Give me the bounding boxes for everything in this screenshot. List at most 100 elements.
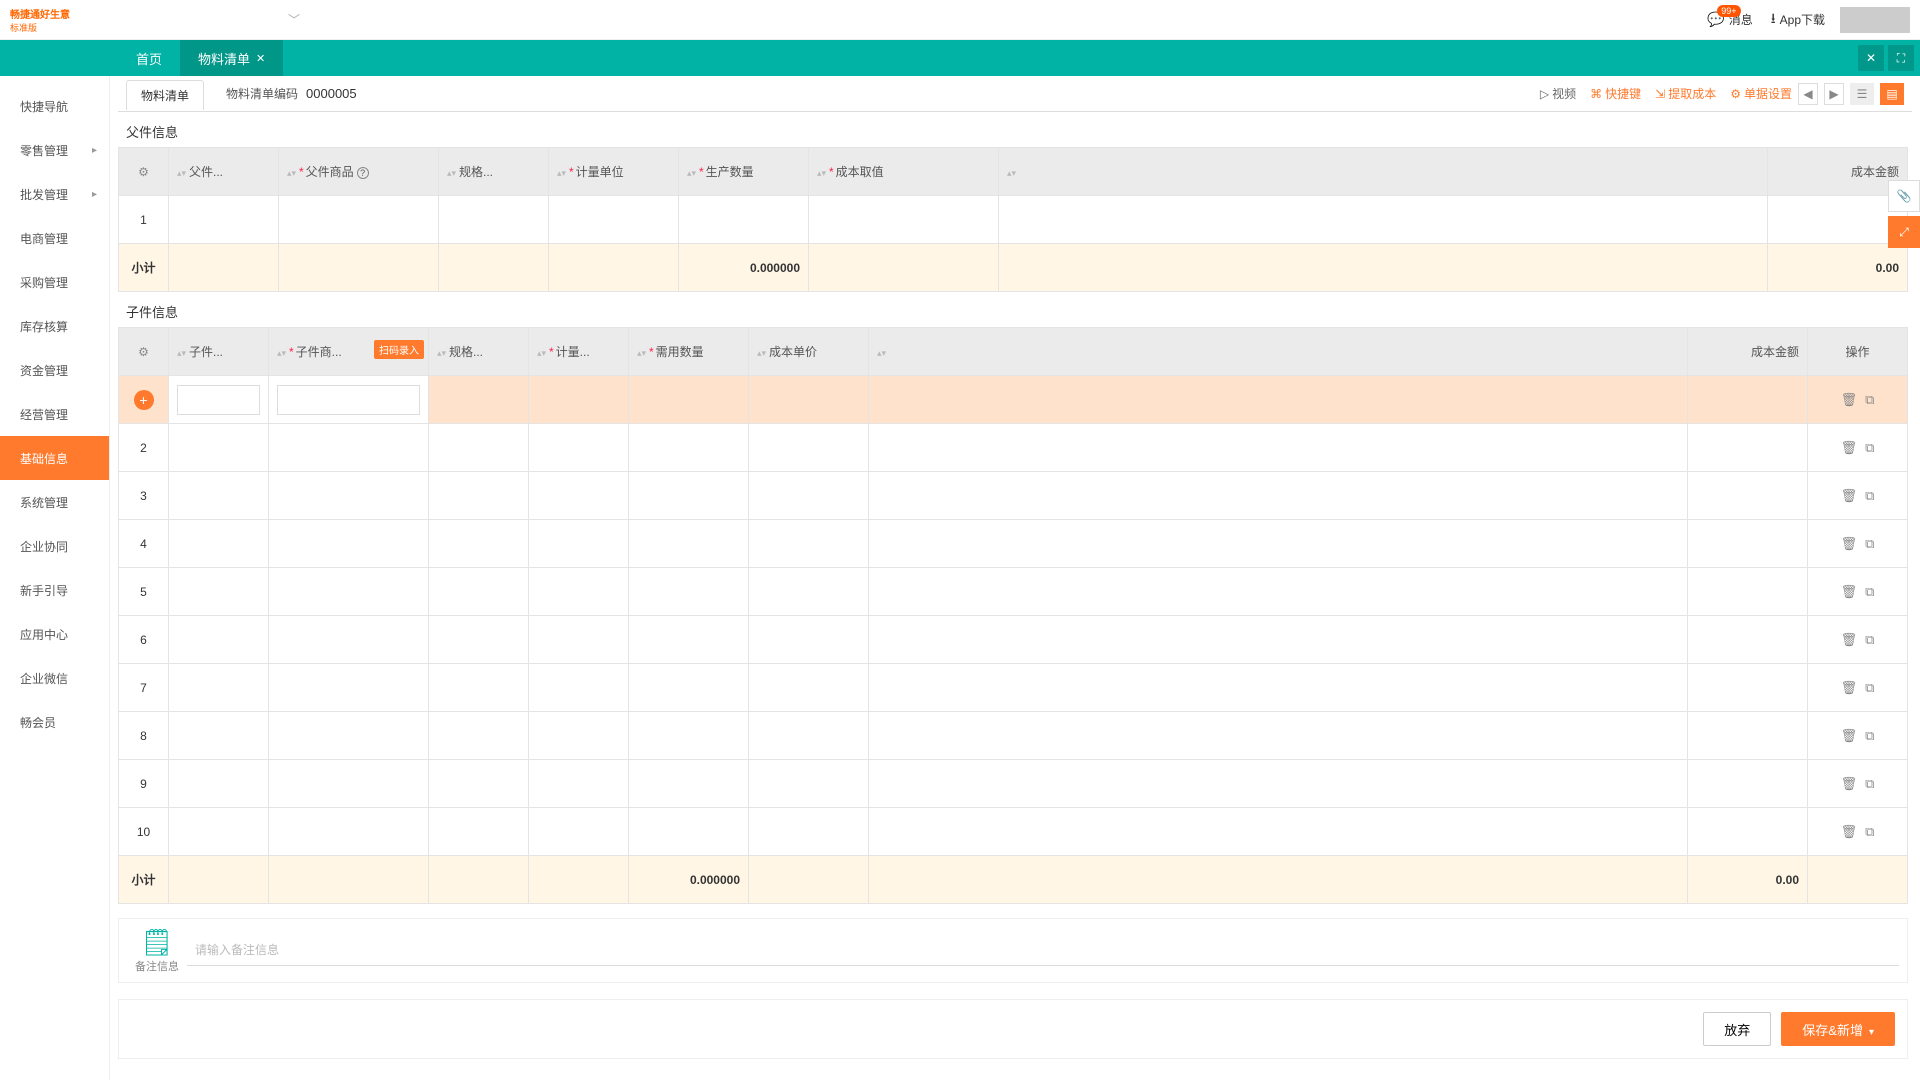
subtab-bom[interactable]: 物料清单: [126, 80, 204, 110]
cell[interactable]: [429, 472, 529, 520]
cell[interactable]: [1688, 472, 1808, 520]
cell[interactable]: [869, 376, 1688, 424]
child-row[interactable]: 6🗑⧉: [119, 616, 1908, 664]
workspace-dropdown[interactable]: ﹀: [110, 6, 310, 34]
cell[interactable]: [429, 760, 529, 808]
cell[interactable]: [869, 616, 1688, 664]
parent-col-blank[interactable]: ▴▾: [999, 148, 1768, 196]
add-row-button[interactable]: +: [134, 390, 154, 410]
child-col-blank[interactable]: ▴▾: [869, 328, 1688, 376]
cell[interactable]: [809, 196, 999, 244]
cell[interactable]: [269, 424, 429, 472]
cell[interactable]: [429, 520, 529, 568]
download-button[interactable]: ⭳ App下载: [1771, 8, 1825, 32]
sidebar-item[interactable]: 应用中心: [0, 612, 109, 656]
cell[interactable]: [629, 520, 749, 568]
tool-extract-cost[interactable]: ⇲提取成本: [1655, 85, 1716, 102]
copy-icon[interactable]: ⧉: [1865, 680, 1874, 695]
child-product-input[interactable]: [277, 385, 420, 415]
cell[interactable]: [869, 424, 1688, 472]
cell[interactable]: [529, 568, 629, 616]
cell[interactable]: [1688, 616, 1808, 664]
cell[interactable]: [629, 760, 749, 808]
sidebar-item[interactable]: 基础信息: [0, 436, 109, 480]
parent-col-code[interactable]: ▴▾父件...: [169, 148, 279, 196]
cell[interactable]: [679, 196, 809, 244]
cell[interactable]: [629, 472, 749, 520]
delete-icon[interactable]: 🗑: [1841, 728, 1858, 743]
parent-col-amount[interactable]: 成本金额: [1768, 148, 1908, 196]
delete-icon[interactable]: 🗑: [1841, 824, 1858, 839]
cell[interactable]: [1688, 520, 1808, 568]
cell[interactable]: [269, 664, 429, 712]
sidebar-item[interactable]: 批发管理▸: [0, 172, 109, 216]
copy-icon[interactable]: ⧉: [1865, 584, 1874, 599]
copy-icon[interactable]: ⧉: [1865, 632, 1874, 647]
next-doc-button[interactable]: ▶: [1824, 83, 1844, 105]
cell[interactable]: [279, 196, 439, 244]
child-col-qty[interactable]: ▴▾*需用数量: [629, 328, 749, 376]
cell[interactable]: [529, 664, 629, 712]
sidebar-item[interactable]: 企业微信: [0, 656, 109, 700]
cell[interactable]: [269, 616, 429, 664]
delete-icon[interactable]: 🗑: [1841, 536, 1858, 551]
info-icon[interactable]: ?: [357, 167, 369, 179]
cell[interactable]: [429, 616, 529, 664]
tool-doc-settings[interactable]: ⚙单据设置: [1730, 85, 1792, 102]
cell[interactable]: [1688, 424, 1808, 472]
cell[interactable]: [169, 712, 269, 760]
cell[interactable]: [169, 568, 269, 616]
child-col-gear[interactable]: ⚙: [119, 328, 169, 376]
sidebar-item[interactable]: 资金管理: [0, 348, 109, 392]
child-col-unit[interactable]: ▴▾*计量...: [529, 328, 629, 376]
parent-col-qty[interactable]: ▴▾*生产数量: [679, 148, 809, 196]
cell[interactable]: [869, 472, 1688, 520]
cell[interactable]: [169, 760, 269, 808]
child-col-amount[interactable]: 成本金额: [1688, 328, 1808, 376]
sidebar-item[interactable]: 零售管理▸: [0, 128, 109, 172]
cell[interactable]: [269, 712, 429, 760]
child-row[interactable]: 4🗑⧉: [119, 520, 1908, 568]
cell[interactable]: [169, 520, 269, 568]
cell[interactable]: [429, 568, 529, 616]
cell[interactable]: [269, 520, 429, 568]
copy-icon[interactable]: ⧉: [1865, 776, 1874, 791]
user-avatar[interactable]: [1840, 7, 1910, 33]
cell[interactable]: [629, 568, 749, 616]
copy-icon[interactable]: ⧉: [1865, 824, 1874, 839]
attachment-button[interactable]: 📎: [1888, 180, 1920, 212]
expand-button[interactable]: ⤢: [1888, 216, 1920, 248]
cell[interactable]: [1768, 196, 1908, 244]
cell[interactable]: [629, 616, 749, 664]
cell[interactable]: [529, 808, 629, 856]
child-row[interactable]: 8🗑⧉: [119, 712, 1908, 760]
delete-icon[interactable]: 🗑: [1841, 680, 1858, 695]
cell[interactable]: [869, 712, 1688, 760]
cell[interactable]: [269, 376, 429, 424]
copy-icon[interactable]: ⧉: [1865, 392, 1874, 407]
cell[interactable]: [169, 664, 269, 712]
cell[interactable]: [169, 424, 269, 472]
tool-video[interactable]: ▷视频: [1540, 85, 1576, 102]
sidebar-item[interactable]: 电商管理: [0, 216, 109, 260]
child-row[interactable]: 5🗑⧉: [119, 568, 1908, 616]
cell[interactable]: [269, 472, 429, 520]
tab-bom[interactable]: 物料清单 ✕: [180, 40, 283, 76]
cell[interactable]: [1688, 808, 1808, 856]
child-row-active[interactable]: + 🗑⧉: [119, 376, 1908, 424]
cell[interactable]: [429, 808, 529, 856]
sidebar-item[interactable]: 快捷导航: [0, 84, 109, 128]
cell[interactable]: [529, 712, 629, 760]
fullscreen-button[interactable]: ⛶: [1888, 45, 1914, 71]
copy-icon[interactable]: ⧉: [1865, 488, 1874, 503]
child-col-price[interactable]: ▴▾成本单价: [749, 328, 869, 376]
parent-col-spec[interactable]: ▴▾规格...: [439, 148, 549, 196]
sidebar-item[interactable]: 企业协同: [0, 524, 109, 568]
cell[interactable]: [169, 616, 269, 664]
save-and-new-button[interactable]: 保存&新增▾: [1781, 1012, 1895, 1046]
cell[interactable]: [749, 472, 869, 520]
delete-icon[interactable]: 🗑: [1841, 440, 1858, 455]
cell[interactable]: [869, 808, 1688, 856]
child-row[interactable]: 3🗑⧉: [119, 472, 1908, 520]
cell[interactable]: [749, 664, 869, 712]
